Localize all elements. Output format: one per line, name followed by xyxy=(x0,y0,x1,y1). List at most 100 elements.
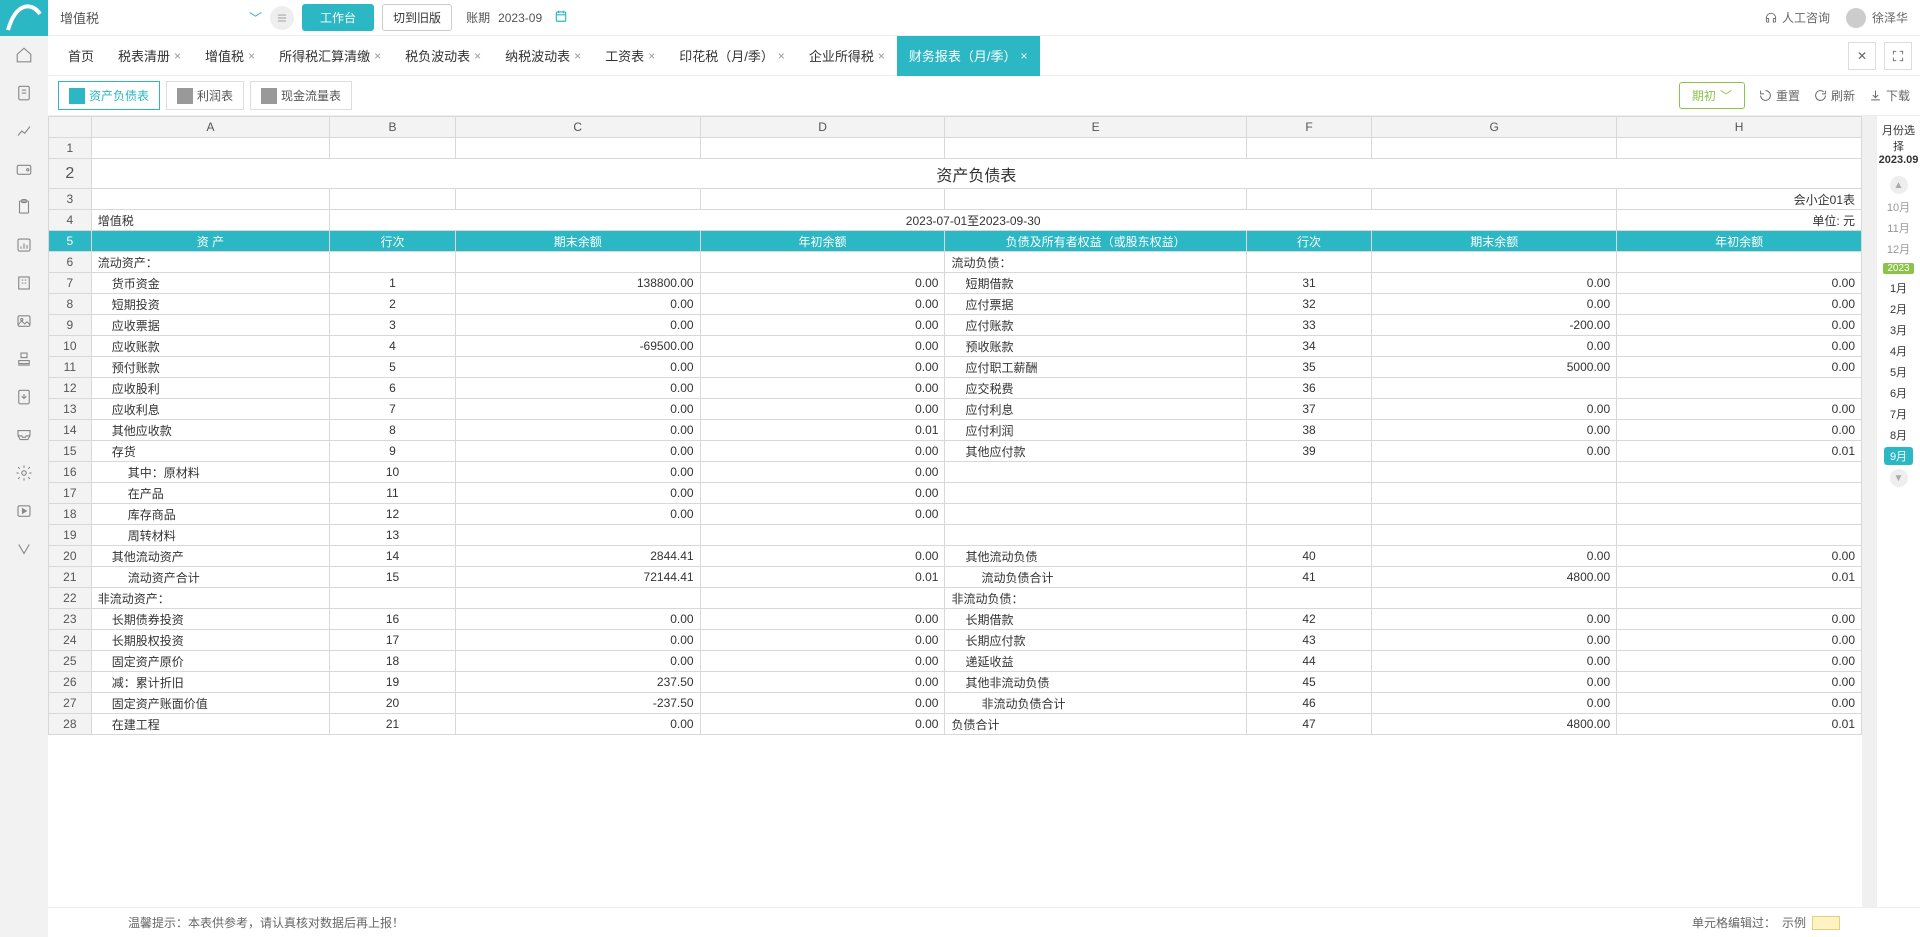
cell[interactable]: 0.00 xyxy=(1617,315,1862,336)
cell[interactable]: 0.00 xyxy=(455,399,700,420)
cell[interactable] xyxy=(1372,378,1617,399)
month-prev-button[interactable]: ▲ xyxy=(1890,176,1908,194)
cell[interactable]: 0.00 xyxy=(1372,630,1617,651)
col-header[interactable]: B xyxy=(330,117,456,138)
subtab[interactable]: 现金流量表 xyxy=(250,81,352,110)
cell[interactable]: 非流动负债： xyxy=(945,588,1246,609)
cell[interactable]: 31 xyxy=(1246,273,1372,294)
cell[interactable] xyxy=(330,189,456,210)
month-item[interactable]: 7月 xyxy=(1887,405,1910,423)
cell[interactable]: 33 xyxy=(1246,315,1372,336)
cell[interactable]: 会小企01表 xyxy=(1617,189,1862,210)
cell[interactable]: 年初余额 xyxy=(1617,231,1862,252)
cell[interactable] xyxy=(700,588,945,609)
cell[interactable]: 周转材料 xyxy=(91,525,330,546)
nav-play-icon[interactable] xyxy=(0,492,48,530)
cell[interactable]: 0.01 xyxy=(1617,714,1862,735)
nav-chart-icon[interactable] xyxy=(0,112,48,150)
cell[interactable]: 0.00 xyxy=(700,462,945,483)
cell[interactable] xyxy=(330,252,456,273)
cell[interactable]: 0.00 xyxy=(455,294,700,315)
cell[interactable]: 0.00 xyxy=(455,483,700,504)
cell[interactable]: 35 xyxy=(1246,357,1372,378)
cell[interactable]: 45 xyxy=(1246,672,1372,693)
cell[interactable]: 0.00 xyxy=(700,336,945,357)
cell[interactable]: 5000.00 xyxy=(1372,357,1617,378)
cell[interactable]: 0.00 xyxy=(700,483,945,504)
cell[interactable]: 在建工程 xyxy=(91,714,330,735)
month-item[interactable]: 10月 xyxy=(1884,198,1913,216)
close-all-button[interactable]: ✕ xyxy=(1848,42,1876,70)
cell[interactable]: 长期债券投资 xyxy=(91,609,330,630)
row-header[interactable]: 7 xyxy=(49,273,92,294)
cell[interactable]: 2023-07-01至2023-09-30 xyxy=(330,210,1617,231)
nav-doc-icon[interactable] xyxy=(0,74,48,112)
cell[interactable]: 47 xyxy=(1246,714,1372,735)
cell[interactable]: 预付账款 xyxy=(91,357,330,378)
cell[interactable]: 0.00 xyxy=(700,441,945,462)
cell[interactable]: 短期投资 xyxy=(91,294,330,315)
cell[interactable]: 0.00 xyxy=(1372,546,1617,567)
consult-link[interactable]: 人工咨询 xyxy=(1764,9,1830,26)
spreadsheet[interactable]: A B C D E F G H 12资产负债表3会小企01表4增值税2023-0… xyxy=(48,116,1862,907)
cell[interactable] xyxy=(1246,483,1372,504)
nav-building-icon[interactable] xyxy=(0,264,48,302)
cell[interactable]: 0.00 xyxy=(1372,336,1617,357)
subtab[interactable]: 资产负债表 xyxy=(58,81,160,110)
subtab[interactable]: 利润表 xyxy=(166,81,244,110)
cell[interactable]: 41 xyxy=(1246,567,1372,588)
cell[interactable]: 0.00 xyxy=(1372,294,1617,315)
cell[interactable] xyxy=(330,138,456,159)
cell[interactable]: 0.00 xyxy=(455,462,700,483)
cell[interactable]: 在产品 xyxy=(91,483,330,504)
nav-gear-icon[interactable] xyxy=(0,454,48,492)
cell[interactable]: 0.00 xyxy=(1372,420,1617,441)
cell[interactable]: 0.00 xyxy=(1372,399,1617,420)
cell[interactable]: 0.00 xyxy=(700,504,945,525)
cell[interactable]: 44 xyxy=(1246,651,1372,672)
cell[interactable]: 固定资产原价 xyxy=(91,651,330,672)
row-header[interactable]: 10 xyxy=(49,336,92,357)
period-begin-button[interactable]: 期初 ﹀ xyxy=(1679,82,1745,109)
cell[interactable]: 0.00 xyxy=(455,441,700,462)
cell[interactable] xyxy=(1246,138,1372,159)
cell[interactable]: 流动负债： xyxy=(945,252,1246,273)
cell[interactable] xyxy=(700,138,945,159)
cell[interactable]: 其他流动负债 xyxy=(945,546,1246,567)
row-header[interactable]: 19 xyxy=(49,525,92,546)
cell[interactable]: 0.00 xyxy=(1617,336,1862,357)
cell[interactable]: 应交税费 xyxy=(945,378,1246,399)
cell[interactable]: 0.00 xyxy=(455,315,700,336)
download-button[interactable]: 下载 xyxy=(1869,87,1910,104)
cell[interactable]: 应收票据 xyxy=(91,315,330,336)
cell[interactable] xyxy=(1246,504,1372,525)
user-menu[interactable]: 徐泽华 xyxy=(1846,8,1908,28)
cell[interactable]: 应付票据 xyxy=(945,294,1246,315)
month-item[interactable]: 5月 xyxy=(1887,363,1910,381)
cell[interactable]: 46 xyxy=(1246,693,1372,714)
row-header[interactable]: 17 xyxy=(49,483,92,504)
cell[interactable]: 流动负债合计 xyxy=(945,567,1246,588)
cell[interactable]: 0.00 xyxy=(455,714,700,735)
cell[interactable]: 0.00 xyxy=(455,357,700,378)
cell[interactable]: 0.00 xyxy=(1617,273,1862,294)
cell[interactable]: 非流动负债合计 xyxy=(945,693,1246,714)
nav-image-icon[interactable] xyxy=(0,302,48,340)
close-icon[interactable]: × xyxy=(878,49,885,63)
close-icon[interactable]: × xyxy=(778,49,785,63)
cell[interactable]: 应付利息 xyxy=(945,399,1246,420)
cell[interactable]: 0.00 xyxy=(700,546,945,567)
cell[interactable] xyxy=(1372,504,1617,525)
cell[interactable]: 13 xyxy=(330,525,456,546)
cell[interactable]: 0.00 xyxy=(700,315,945,336)
cell[interactable]: 19 xyxy=(330,672,456,693)
row-header[interactable]: 26 xyxy=(49,672,92,693)
cell[interactable] xyxy=(455,189,700,210)
list-toggle-button[interactable] xyxy=(270,6,294,30)
scrollbar-track[interactable] xyxy=(1862,116,1876,907)
cell[interactable] xyxy=(1617,252,1862,273)
switch-old-button[interactable]: 切到旧版 xyxy=(382,4,452,31)
row-header[interactable]: 13 xyxy=(49,399,92,420)
row-header[interactable]: 20 xyxy=(49,546,92,567)
cell[interactable]: 单位: 元 xyxy=(1617,210,1862,231)
